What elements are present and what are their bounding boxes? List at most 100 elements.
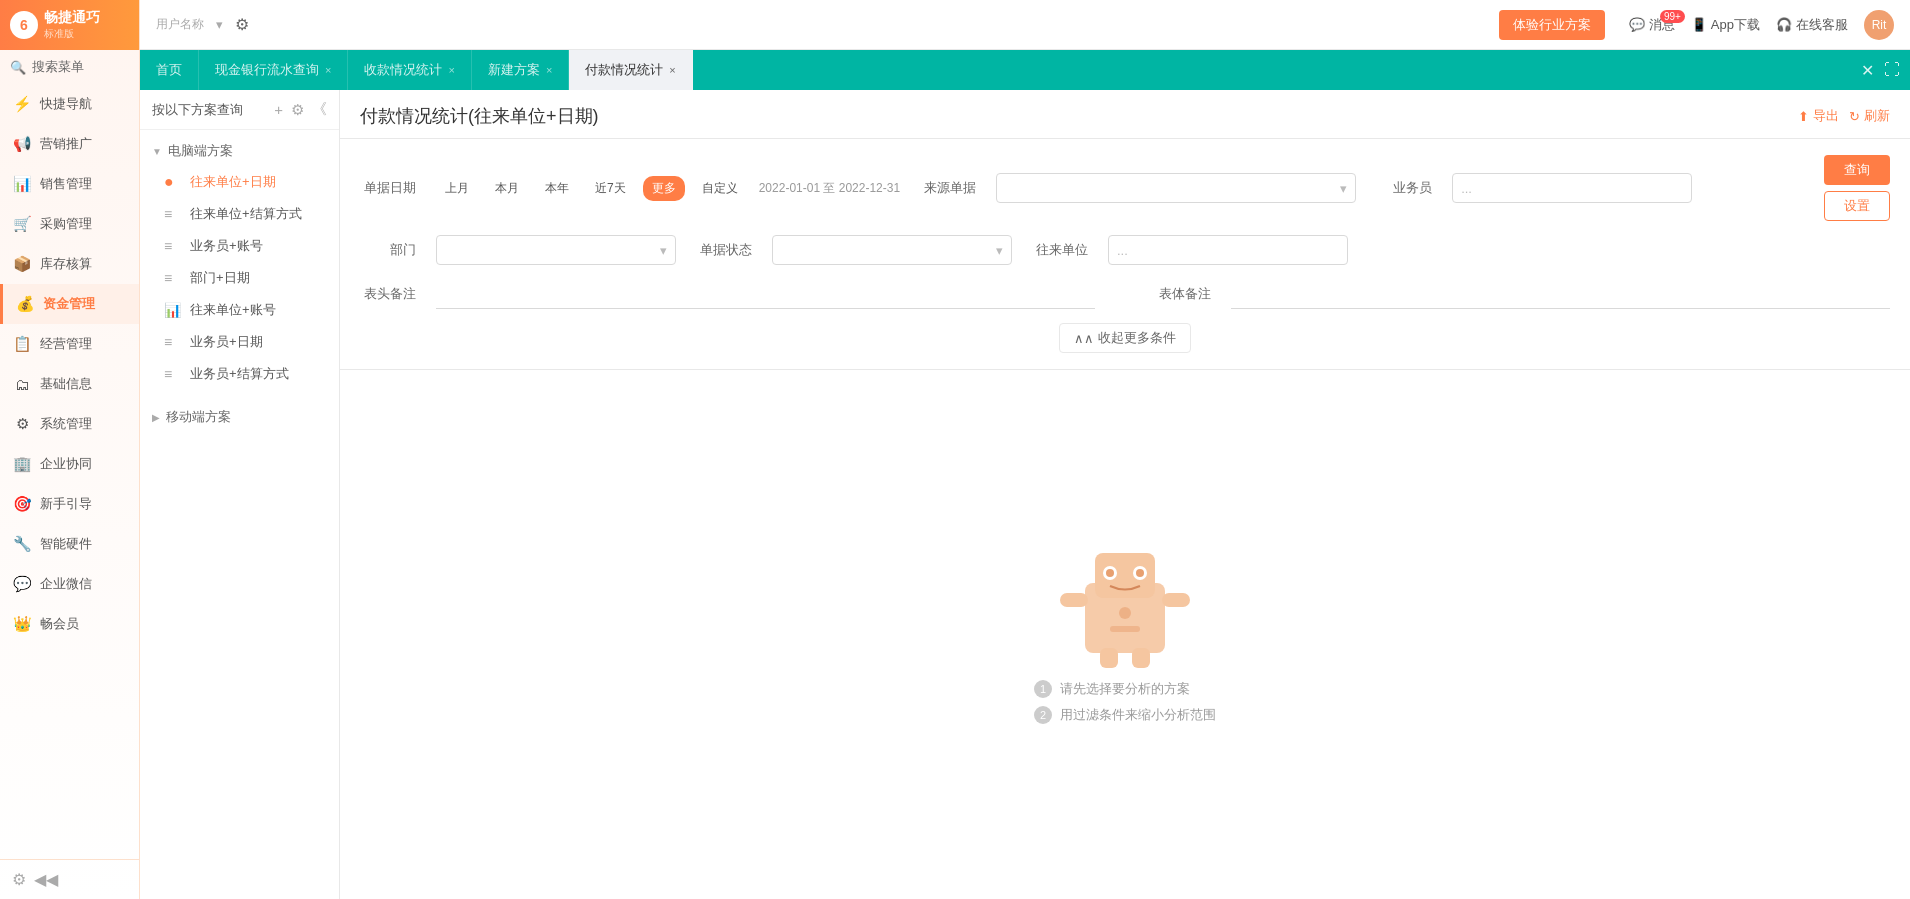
tab-home[interactable]: 首页 bbox=[140, 50, 199, 90]
sidebar-item-enterprise[interactable]: 🏢 企业协同 bbox=[0, 444, 139, 484]
export-label: 导出 bbox=[1813, 107, 1839, 125]
topbar-app[interactable]: 📱 App下载 bbox=[1691, 16, 1760, 34]
svg-point-5 bbox=[1106, 569, 1114, 577]
tab-income-stats-label: 收款情况统计 bbox=[364, 61, 442, 79]
head-note-input[interactable] bbox=[436, 279, 1095, 309]
sidebar-item-hardware[interactable]: 🔧 智能硬件 bbox=[0, 524, 139, 564]
date-opt-last-month[interactable]: 上月 bbox=[436, 176, 478, 201]
sidebar-header: 6 畅捷通巧 标准版 bbox=[0, 0, 139, 50]
export-btn[interactable]: ⬆ 导出 bbox=[1798, 107, 1839, 125]
tab-close-all-btn[interactable]: ✕ bbox=[1861, 61, 1874, 80]
topbar-settings-icon[interactable]: ⚙ bbox=[235, 15, 249, 34]
partner-label: 往来单位 bbox=[1032, 241, 1088, 259]
salesman-select-value: ... bbox=[1461, 181, 1472, 196]
quick-nav-icon: ⚡ bbox=[12, 94, 32, 114]
sidebar-item-label: 销售管理 bbox=[40, 175, 92, 193]
tab-new-scheme-close[interactable]: × bbox=[546, 64, 552, 76]
left-panel-add-btn[interactable]: + bbox=[274, 101, 283, 118]
partner-select[interactable]: ... bbox=[1108, 235, 1348, 265]
app-icon: 📱 bbox=[1691, 17, 1707, 32]
sidebar-item-label: 库存核算 bbox=[40, 255, 92, 273]
tab-payment-stats-label: 付款情况统计 bbox=[585, 61, 663, 79]
desktop-scheme-group-header[interactable]: ▼ 电脑端方案 bbox=[140, 136, 339, 166]
filter-row-1: 单据日期 上月 本月 本年 近7天 更多 自定义 2022-01-01 至 20… bbox=[360, 155, 1890, 221]
collapse-btn[interactable]: ∧∧ 收起更多条件 bbox=[1059, 323, 1191, 353]
mobile-scheme-group-header[interactable]: ▶ 移动端方案 bbox=[140, 402, 339, 432]
settings-btn[interactable]: 设置 bbox=[1824, 191, 1890, 221]
sidebar-item-marketing[interactable]: 📢 营销推广 bbox=[0, 124, 139, 164]
tab-income-stats-close[interactable]: × bbox=[448, 64, 454, 76]
scheme-item-salesman-account[interactable]: ≡ 业务员+账号 bbox=[140, 230, 339, 262]
hint-text-1: 请先选择要分析的方案 bbox=[1060, 680, 1190, 698]
sidebar-item-guide[interactable]: 🎯 新手引导 bbox=[0, 484, 139, 524]
date-opt-more[interactable]: 更多 bbox=[643, 176, 685, 201]
topbar-right: 💬 消息 99+ 📱 App下载 🎧 在线客服 Rit bbox=[1629, 10, 1894, 40]
query-btn[interactable]: 查询 bbox=[1824, 155, 1890, 185]
sidebar-item-basic-info[interactable]: 🗂 基础信息 bbox=[0, 364, 139, 404]
left-panel-header: 按以下方案查询 + ⚙ 《 bbox=[140, 90, 339, 130]
svg-rect-10 bbox=[1132, 648, 1150, 668]
scheme-item-dept-date[interactable]: ≡ 部门+日期 bbox=[140, 262, 339, 294]
tab-payment-stats-close[interactable]: × bbox=[669, 64, 675, 76]
topbar-service[interactable]: 🎧 在线客服 bbox=[1776, 16, 1848, 34]
scheme-item-salesman-date[interactable]: ≡ 业务员+日期 bbox=[140, 326, 339, 358]
tab-bank-flow-close[interactable]: × bbox=[325, 64, 331, 76]
scheme-item-unit-account[interactable]: 📊 往来单位+账号 bbox=[140, 294, 339, 326]
tab-fullscreen-btn[interactable]: ⛶ bbox=[1884, 61, 1900, 79]
refresh-btn[interactable]: ↻ 刷新 bbox=[1849, 107, 1890, 125]
left-panel-settings-btn[interactable]: ⚙ bbox=[291, 101, 304, 119]
date-opt-this-year[interactable]: 本年 bbox=[536, 176, 578, 201]
tab-payment-stats[interactable]: 付款情况统计 × bbox=[569, 50, 692, 90]
avatar[interactable]: Rit bbox=[1864, 10, 1894, 40]
scheme-label-salesman-date: 业务员+日期 bbox=[190, 333, 263, 351]
topbar-dropdown-icon[interactable]: ▾ bbox=[216, 17, 223, 32]
sidebar-item-label: 智能硬件 bbox=[40, 535, 92, 553]
sidebar-item-label: 新手引导 bbox=[40, 495, 92, 513]
scheme-item-unit-date[interactable]: ● 往来单位+日期 bbox=[140, 166, 339, 198]
status-select-arrow: ▾ bbox=[996, 243, 1003, 258]
hint-num-1: 1 bbox=[1034, 680, 1052, 698]
sidebar-title: 畅捷通巧 bbox=[44, 9, 100, 27]
trial-btn[interactable]: 体验行业方案 bbox=[1499, 10, 1605, 40]
sidebar-item-quick-nav[interactable]: ⚡ 快捷导航 bbox=[0, 84, 139, 124]
sidebar-item-sales[interactable]: 📊 销售管理 bbox=[0, 164, 139, 204]
scheme-item-unit-settlement[interactable]: ≡ 往来单位+结算方式 bbox=[140, 198, 339, 230]
svg-point-6 bbox=[1136, 569, 1144, 577]
sidebar-item-label: 基础信息 bbox=[40, 375, 92, 393]
sidebar-search[interactable]: 🔍 搜索菜单 bbox=[0, 50, 139, 84]
sidebar-item-wechat[interactable]: 💬 企业微信 bbox=[0, 564, 139, 604]
guide-icon: 🎯 bbox=[12, 494, 32, 514]
scheme-item-salesman-settlement[interactable]: ≡ 业务员+结算方式 bbox=[140, 358, 339, 390]
sales-icon: 📊 bbox=[12, 174, 32, 194]
scheme-label-salesman-account: 业务员+账号 bbox=[190, 237, 263, 255]
date-opt-custom[interactable]: 自定义 bbox=[693, 176, 747, 201]
page-title: 付款情况统计(往来单位+日期) bbox=[360, 104, 599, 128]
date-opt-this-month[interactable]: 本月 bbox=[486, 176, 528, 201]
sidebar-item-member[interactable]: 👑 畅会员 bbox=[0, 604, 139, 644]
sidebar-item-system[interactable]: ⚙ 系统管理 bbox=[0, 404, 139, 444]
sidebar-item-label: 经营管理 bbox=[40, 335, 92, 353]
sidebar-item-purchase[interactable]: 🛒 采购管理 bbox=[0, 204, 139, 244]
dept-select[interactable]: ▾ bbox=[436, 235, 676, 265]
status-select[interactable]: ▾ bbox=[772, 235, 1012, 265]
tab-bank-flow[interactable]: 现金银行流水查询 × bbox=[199, 50, 348, 90]
scheme-icon-dept-date: ≡ bbox=[164, 270, 182, 286]
sidebar-item-inventory[interactable]: 📦 库存核算 bbox=[0, 244, 139, 284]
svg-rect-9 bbox=[1100, 648, 1118, 668]
scheme-label-unit-date: 往来单位+日期 bbox=[190, 173, 276, 191]
sidebar-item-capital[interactable]: 💰 资金管理 bbox=[0, 284, 139, 324]
service-icon: 🎧 bbox=[1776, 17, 1792, 32]
sidebar-collapse-btn[interactable]: ◀◀ bbox=[34, 870, 58, 889]
sidebar-item-label: 资金管理 bbox=[43, 295, 95, 313]
sidebar-item-operations[interactable]: 📋 经营管理 bbox=[0, 324, 139, 364]
left-panel-collapse-btn[interactable]: 《 bbox=[312, 100, 327, 119]
source-select[interactable]: ▾ bbox=[996, 173, 1356, 203]
date-opt-7days[interactable]: 近7天 bbox=[586, 176, 635, 201]
salesman-select[interactable]: ... bbox=[1452, 173, 1692, 203]
topbar-msg[interactable]: 💬 消息 99+ bbox=[1629, 16, 1675, 34]
sidebar-settings-btn[interactable]: ⚙ bbox=[12, 870, 26, 889]
dept-select-arrow: ▾ bbox=[660, 243, 667, 258]
tab-new-scheme[interactable]: 新建方案 × bbox=[472, 50, 569, 90]
tab-income-stats[interactable]: 收款情况统计 × bbox=[348, 50, 471, 90]
body-note-input[interactable] bbox=[1231, 279, 1890, 309]
